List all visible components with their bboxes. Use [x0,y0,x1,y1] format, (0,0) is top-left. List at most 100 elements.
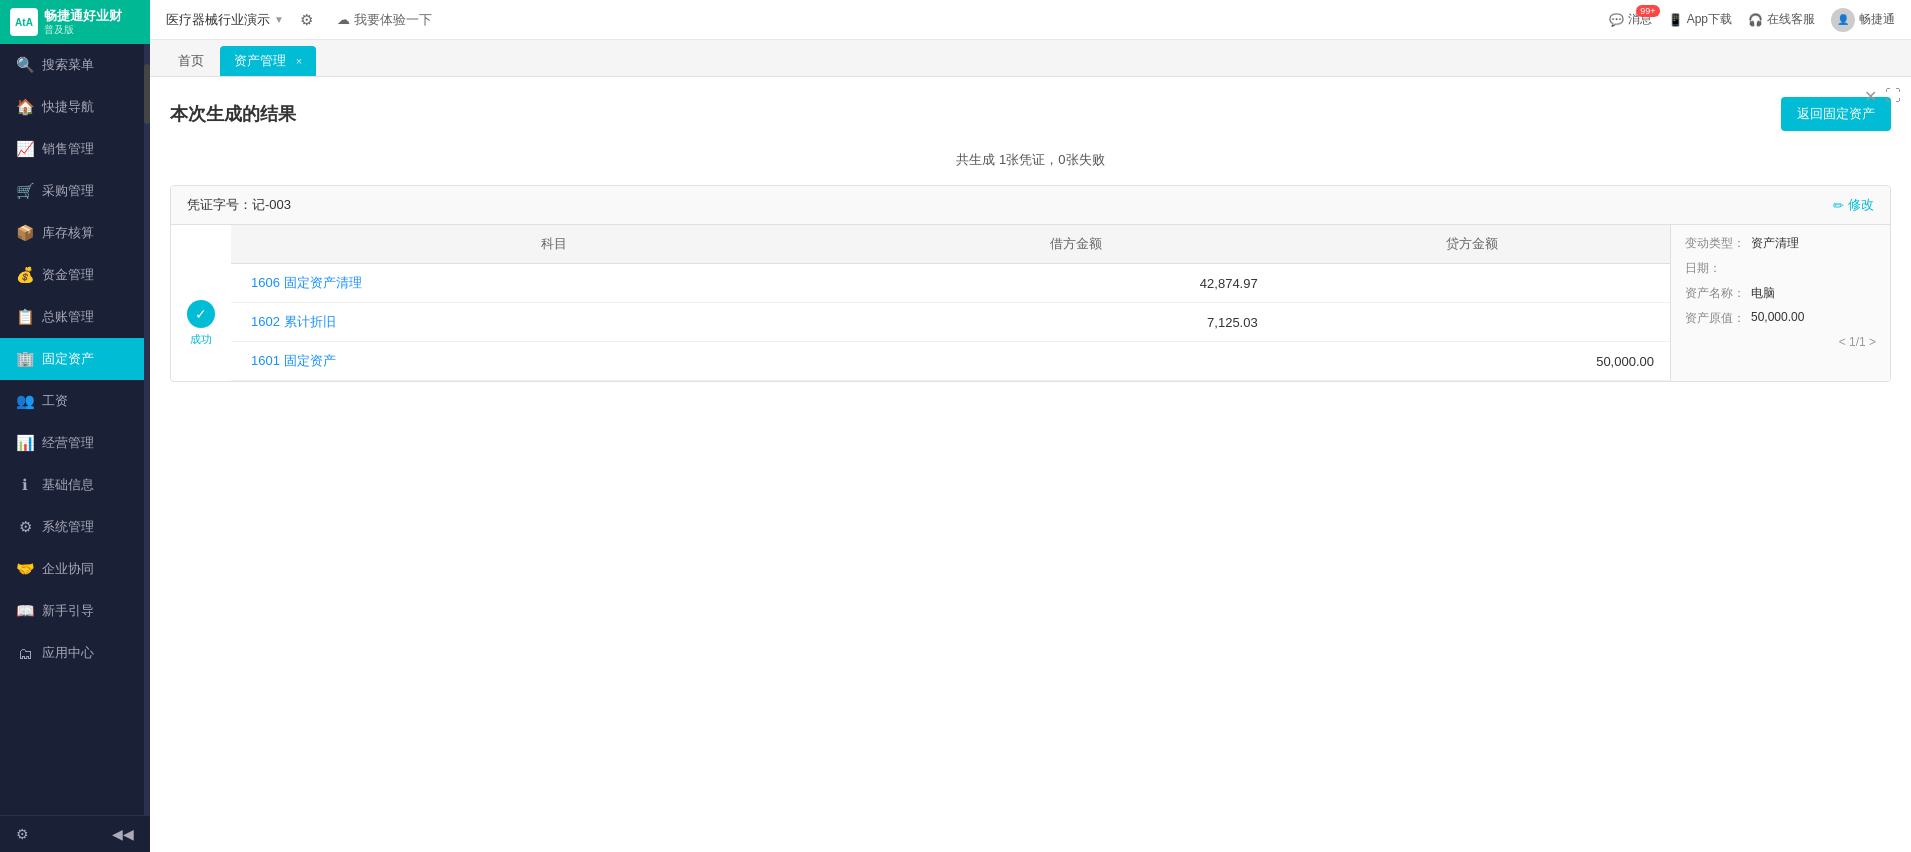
cell-credit-2: 50,000.00 [1274,342,1670,381]
sidebar-icon-12: 🤝 [16,560,34,578]
sidebar-item-0[interactable]: 🔍 搜索菜单 [0,44,144,86]
company-selector[interactable]: 医疗器械行业演示 ▼ [166,11,284,29]
online-service-button[interactable]: 🎧 在线客服 [1748,11,1815,28]
sidebar-icon-4: 📦 [16,224,34,242]
tabs-bar: 首页 资产管理 × [150,40,1911,77]
side-pagination[interactable]: < 1/1 > [1685,335,1876,349]
headset-icon: 🎧 [1748,13,1763,27]
user-profile[interactable]: 👤 畅捷通 [1831,8,1895,32]
sidebar-label-6: 总账管理 [42,308,94,326]
topbar: 医疗器械行业演示 ▼ ⚙ ☁ 我要体验一下 💬 消息 99+ 📱 App下载 🎧… [150,0,1911,40]
sidebar-item-12[interactable]: 🤝 企业协同 [0,548,144,590]
table-row: 1606 固定资产清理 42,874.97 [231,264,1670,303]
settings-icon[interactable]: ⚙ [16,826,29,842]
summary-bar: 共生成 1张凭证，0张失败 [170,151,1891,169]
edit-button[interactable]: ✏ 修改 [1833,196,1874,214]
avatar: 👤 [1831,8,1855,32]
trial-button[interactable]: ☁ 我要体验一下 [337,11,432,29]
sidebar-icon-6: 📋 [16,308,34,326]
sidebar-icon-8: 👥 [16,392,34,410]
sidebar-icon-2: 📈 [16,140,34,158]
sidebar-icon-0: 🔍 [16,56,34,74]
sidebar-icon-14: 🗂 [16,645,34,662]
sidebar-item-7[interactable]: 🏢 固定资产 [0,338,144,380]
tab-close-icon[interactable]: × [296,55,302,67]
sidebar-label-1: 快捷导航 [42,98,94,116]
voucher-header: 凭证字号：记-003 ✏ 修改 [171,186,1890,225]
sidebar-icon-13: 📖 [16,602,34,620]
sidebar-logo: AtA 畅捷通好业财 普及版 [0,0,150,44]
message-icon: 💬 [1609,13,1624,27]
sidebar-icon-7: 🏢 [16,350,34,368]
table-main: 科目 借方金额 贷方金额 1606 固定资产清理 42,874.97 1602 … [231,225,1670,381]
sidebar-item-3[interactable]: 🛒 采购管理 [0,170,144,212]
sidebar-icon-11: ⚙ [16,518,34,536]
sidebar: AtA 畅捷通好业财 普及版 🔍 搜索菜单 🏠 快捷导航 📈 销售管理 🛒 采购管理 📦 库存核算… [0,0,150,852]
page-title: 本次生成的结果 [170,102,296,126]
sidebar-item-13[interactable]: 📖 新手引导 [0,590,144,632]
app-download-button[interactable]: 📱 App下载 [1668,11,1732,28]
cloud-icon: ☁ [337,12,350,27]
app-edition: 普及版 [44,24,122,36]
main-area: 医疗器械行业演示 ▼ ⚙ ☁ 我要体验一下 💬 消息 99+ 📱 App下载 🎧… [150,0,1911,852]
cell-debit-0: 42,874.97 [877,264,1273,303]
sidebar-label-12: 企业协同 [42,560,94,578]
status-column: ✓ 成功 [171,225,231,381]
logo-icon: AtA [10,8,38,36]
tab-assets[interactable]: 资产管理 × [220,46,316,76]
sidebar-item-11[interactable]: ⚙ 系统管理 [0,506,144,548]
side-change-type: 变动类型： 资产清理 [1685,235,1876,252]
sidebar-label-14: 应用中心 [42,644,94,662]
sidebar-label-4: 库存核算 [42,224,94,242]
sidebar-label-5: 资金管理 [42,266,94,284]
sidebar-label-10: 基础信息 [42,476,94,494]
success-icon: ✓ [187,300,215,328]
sidebar-item-2[interactable]: 📈 销售管理 [0,128,144,170]
sidebar-item-6[interactable]: 📋 总账管理 [0,296,144,338]
sidebar-label-9: 经营管理 [42,434,94,452]
chevron-down-icon: ▼ [274,14,284,25]
sidebar-label-3: 采购管理 [42,182,94,200]
sidebar-label-13: 新手引导 [42,602,94,620]
sidebar-item-1[interactable]: 🏠 快捷导航 [0,86,144,128]
sidebar-item-5[interactable]: 💰 资金管理 [0,254,144,296]
cell-debit-1: 7,125.03 [877,303,1273,342]
table-with-status: ✓ 成功 科目 借方金额 贷方金额 [171,225,1670,381]
table-row: 1602 累计折旧 7,125.03 [231,303,1670,342]
sidebar-icon-5: 💰 [16,266,34,284]
sidebar-item-14[interactable]: 🗂 应用中心 [0,632,144,674]
side-asset-name: 资产名称： 电脑 [1685,285,1876,302]
sidebar-footer: ⚙ ◀◀ [0,815,150,852]
sidebar-item-8[interactable]: 👥 工资 [0,380,144,422]
side-asset-value: 资产原值： 50,000.00 [1685,310,1876,327]
collapse-icon[interactable]: ◀◀ [112,826,134,842]
sidebar-label-7: 固定资产 [42,350,94,368]
page-header: 本次生成的结果 返回固定资产 [170,97,1891,131]
sidebar-item-9[interactable]: 📊 经营管理 [0,422,144,464]
sidebar-label-2: 销售管理 [42,140,94,158]
col-debit: 借方金额 [877,225,1273,264]
sidebar-icon-3: 🛒 [16,182,34,200]
tab-home[interactable]: 首页 [166,46,216,76]
sidebar-label-8: 工资 [42,392,68,410]
voucher-side-info: 变动类型： 资产清理 日期： 资产名称： 电脑 资产原值： 50,000.00 [1670,225,1890,381]
sidebar-nav: 🔍 搜索菜单 🏠 快捷导航 📈 销售管理 🛒 采购管理 📦 库存核算 💰 资金管理 📋 总账管理 🏢 固定资产… [0,44,144,815]
sidebar-label-11: 系统管理 [42,518,94,536]
sidebar-label-0: 搜索菜单 [42,56,94,74]
topbar-left: 医疗器械行业演示 ▼ ⚙ ☁ 我要体验一下 [166,11,432,29]
sidebar-icon-10: ℹ [16,476,34,494]
cell-name-1: 1602 累计折旧 [231,303,877,342]
sidebar-icon-1: 🏠 [16,98,34,116]
side-date: 日期： [1685,260,1876,277]
cell-credit-1 [1274,303,1670,342]
expand-panel-icon[interactable]: ⛶ [1885,87,1901,106]
topbar-settings-icon[interactable]: ⚙ [300,11,313,29]
messages-button[interactable]: 💬 消息 99+ [1609,11,1652,28]
sidebar-item-4[interactable]: 📦 库存核算 [0,212,144,254]
edit-icon: ✏ [1833,198,1844,213]
sidebar-icon-9: 📊 [16,434,34,452]
sidebar-item-10[interactable]: ℹ 基础信息 [0,464,144,506]
cell-name-2: 1601 固定资产 [231,342,877,381]
close-panel-icon[interactable]: ✕ [1864,87,1877,106]
voucher-card: 凭证字号：记-003 ✏ 修改 ✓ 成功 [170,185,1891,382]
